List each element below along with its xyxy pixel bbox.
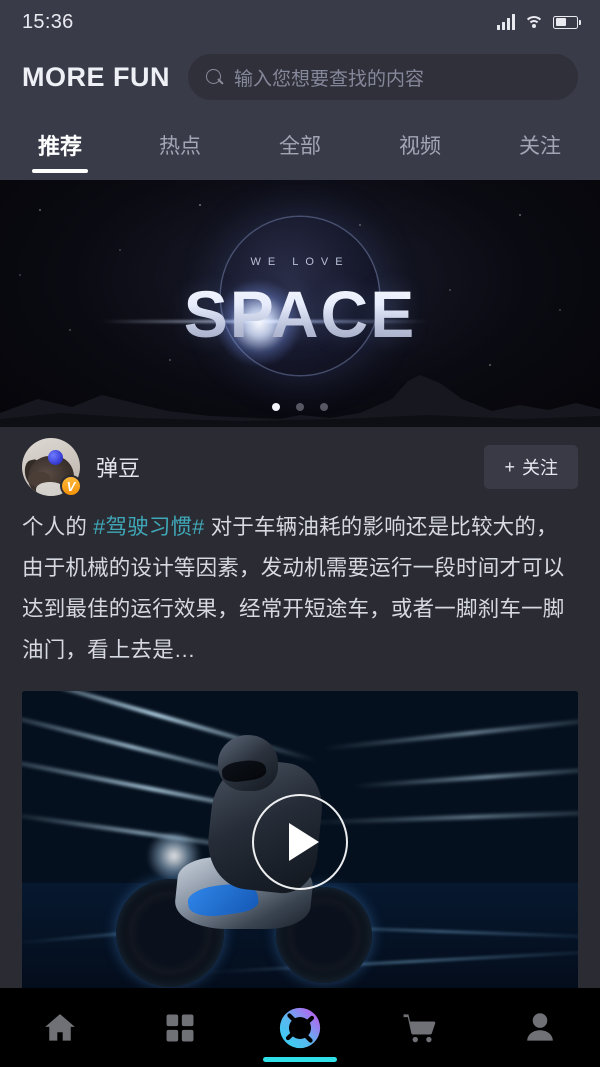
tab-video[interactable]: 视频 (360, 110, 480, 180)
tab-all[interactable]: 全部 (240, 110, 360, 180)
app-header: MORE FUN 输入您想要查找的内容 (0, 44, 600, 110)
banner-title: SPACE (0, 276, 600, 352)
post-text-lead: 个人的 (22, 515, 94, 539)
home-icon (45, 1013, 75, 1041)
bottom-navigation (0, 988, 600, 1067)
nav-grid[interactable] (120, 988, 240, 1067)
post-text: 个人的 #驾驶习惯# 对于车辆油耗的影响还是比较大的，由于机械的设计等因素，发动… (22, 507, 578, 691)
nav-cart[interactable] (360, 988, 480, 1067)
carousel-dot-1[interactable] (272, 403, 280, 411)
author-name[interactable]: 弹豆 (96, 451, 484, 483)
plus-icon: + (504, 456, 515, 477)
tab-hot[interactable]: 热点 (120, 110, 240, 180)
mountain-silhouette (0, 375, 600, 427)
carousel-dots[interactable] (0, 403, 600, 411)
tab-follow[interactable]: 关注 (480, 110, 600, 180)
nav-camera-logo[interactable] (240, 988, 360, 1067)
status-icons (497, 14, 581, 30)
aperture-logo-icon (279, 1007, 321, 1048)
search-input[interactable]: 输入您想要查找的内容 (188, 54, 578, 100)
post-author-row: V 弹豆 + 关注 (22, 427, 578, 507)
carousel-dot-2[interactable] (296, 403, 304, 411)
wifi-icon (524, 15, 544, 30)
carousel-dot-3[interactable] (320, 403, 328, 411)
app-logo-text: MORE FUN (22, 61, 170, 92)
hero-banner-carousel[interactable]: WE LOVE SPACE (0, 180, 600, 427)
nav-home[interactable] (0, 988, 120, 1067)
feed-post: V 弹豆 + 关注 个人的 #驾驶习惯# 对于车辆油耗的影响还是比较大的，由于机… (0, 427, 600, 691)
battery-icon (553, 15, 581, 29)
status-clock: 15:36 (22, 10, 74, 33)
app-screen: 15:36 MORE FUN 输入您想要查找的内容 推荐 热点 全部 视频 关注… (0, 0, 600, 1067)
nav-profile[interactable] (480, 988, 600, 1067)
avatar[interactable]: V (22, 438, 82, 497)
category-tabs: 推荐 热点 全部 视频 关注 (0, 110, 600, 180)
follow-button-label: 关注 (522, 458, 558, 478)
play-icon[interactable] (252, 794, 348, 890)
search-placeholder: 输入您想要查找的内容 (234, 68, 425, 90)
status-bar: 15:36 (0, 0, 600, 44)
grid-icon (166, 1014, 194, 1041)
post-hashtag[interactable]: #驾驶习惯# (93, 515, 204, 539)
tab-recommend[interactable]: 推荐 (0, 110, 120, 180)
home-indicator (263, 1057, 337, 1062)
signal-bars-icon (497, 14, 515, 30)
verified-badge-icon: V (60, 475, 82, 497)
post-video-thumbnail[interactable] (22, 691, 578, 993)
follow-button[interactable]: + 关注 (484, 445, 578, 489)
person-icon (527, 1012, 553, 1041)
banner-kicker: WE LOVE (250, 256, 350, 268)
cart-icon (403, 1013, 436, 1042)
search-icon (206, 68, 223, 86)
